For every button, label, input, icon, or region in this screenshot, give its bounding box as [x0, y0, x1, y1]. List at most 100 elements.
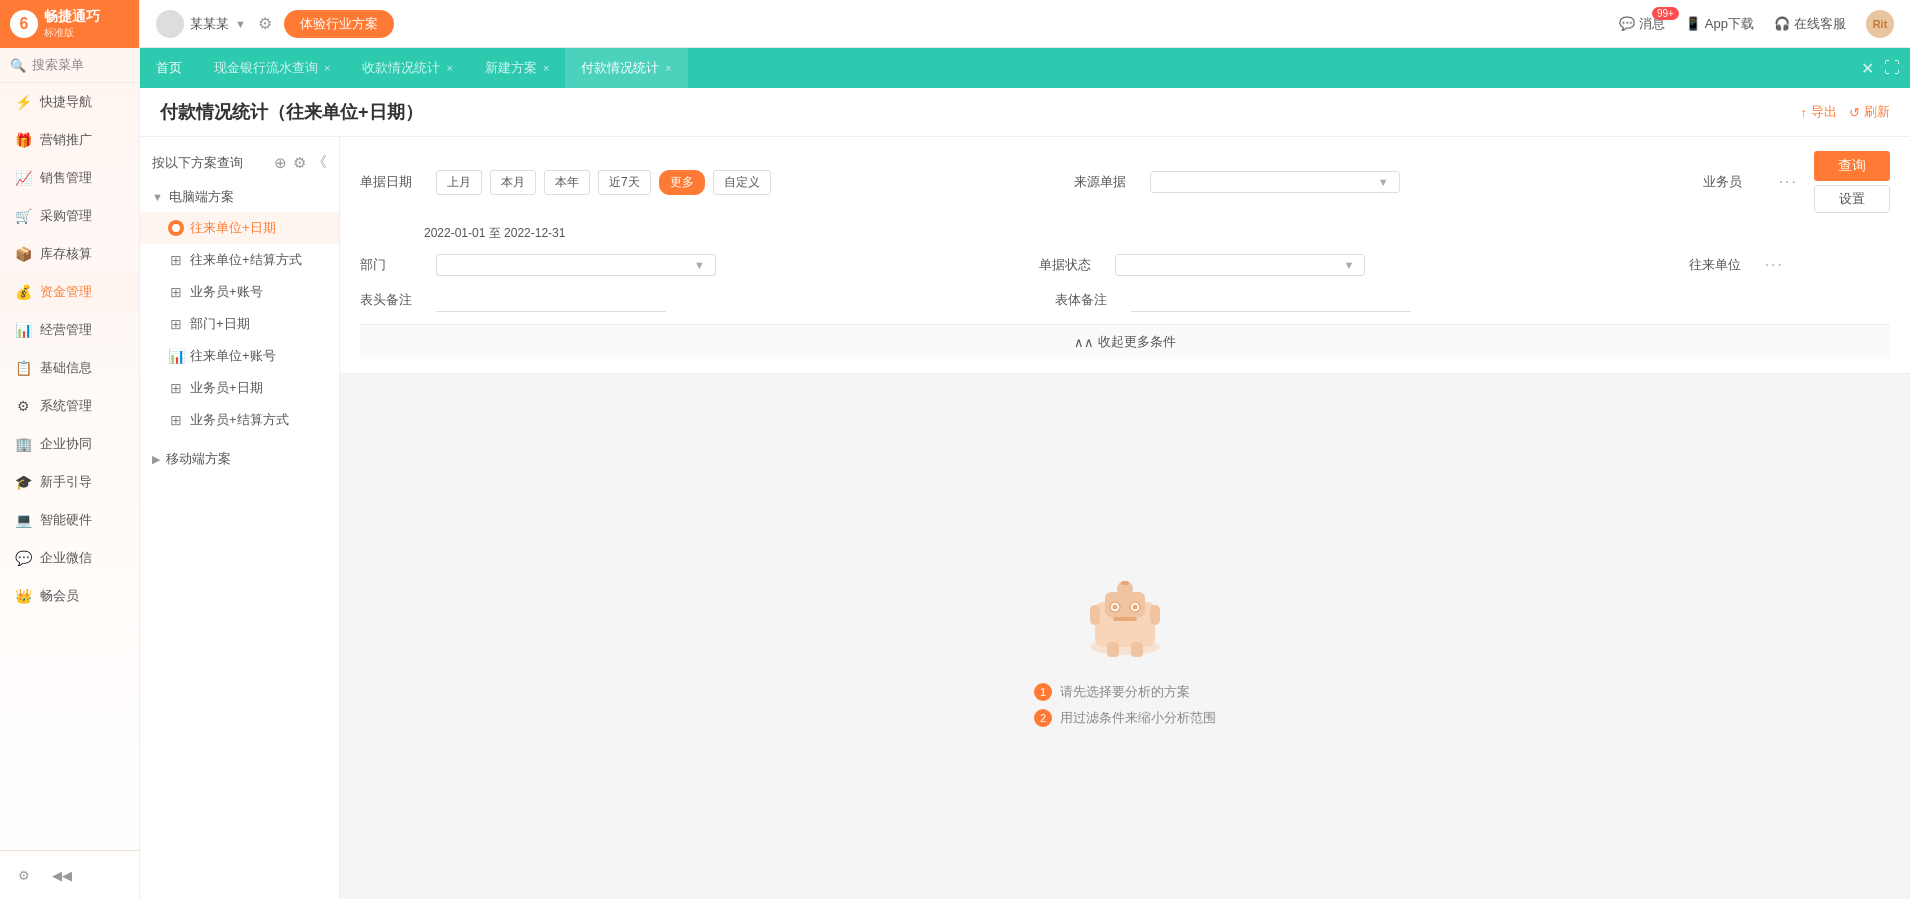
tip-num-1: 1 [1034, 683, 1052, 701]
refresh-btn[interactable]: ↺ 刷新 [1849, 103, 1890, 121]
schema-item-counterpart-account[interactable]: 📊 往来单位+账号 [140, 340, 339, 372]
tab-payment-stat[interactable]: 付款情况统计 × [565, 48, 687, 88]
body-note-label: 表体备注 [1055, 291, 1115, 309]
query-btn[interactable]: 查询 [1814, 151, 1890, 181]
table-schema-icon: ⊞ [168, 316, 184, 332]
sidebar-item-hardware[interactable]: 💻 智能硬件 [0, 501, 139, 539]
topbar-online-service[interactable]: 🎧 在线客服 [1774, 15, 1846, 33]
empty-state: 1 请先选择要分析的方案 2 用过滤条件来缩小分析范围 [340, 374, 1910, 899]
tabbar-expand-btn[interactable]: ⛶ [1884, 59, 1900, 77]
schema-item-salesperson-account[interactable]: ⊞ 业务员+账号 [140, 276, 339, 308]
schema-item-salesperson-date[interactable]: ⊞ 业务员+日期 [140, 372, 339, 404]
schema-item-dept-date[interactable]: ⊞ 部门+日期 [140, 308, 339, 340]
schema-item-label: 业务员+结算方式 [190, 411, 289, 429]
date-range: 2022-01-01 至 2022-12-31 [424, 226, 565, 240]
sidebar-item-inventory[interactable]: 📦 库存核算 [0, 235, 139, 273]
settings-btn[interactable]: 设置 [1814, 185, 1890, 213]
tabbar-close-btn[interactable]: ✕ [1861, 59, 1874, 78]
search-menu[interactable]: 🔍 搜索菜单 [0, 48, 139, 83]
schema-item-counterpart-settle[interactable]: ⊞ 往来单位+结算方式 [140, 244, 339, 276]
collapse-more-btn[interactable]: ∧∧ 收起更多条件 [360, 324, 1890, 359]
sidebar-item-basic-info[interactable]: 📋 基础信息 [0, 349, 139, 387]
counterpart-dots[interactable]: ··· [1765, 256, 1784, 274]
source-label: 来源单据 [1074, 173, 1134, 191]
sidebar-item-purchase[interactable]: 🛒 采购管理 [0, 197, 139, 235]
sidebar-settings-btn[interactable]: ⚙ [10, 861, 38, 889]
sidebar-item-capital[interactable]: 💰 资金管理 [0, 273, 139, 311]
sidebar-item-member[interactable]: 👑 畅会员 [0, 577, 139, 615]
sidebar-item-system[interactable]: ⚙ 系统管理 [0, 387, 139, 425]
export-btn[interactable]: ↑ 导出 [1801, 103, 1838, 121]
date-btn-more[interactable]: 更多 [659, 170, 705, 195]
sidebar-item-beginner[interactable]: 🎓 新手引导 [0, 463, 139, 501]
salesperson-dots[interactable]: ··· [1779, 173, 1798, 191]
export-icon: ↑ [1801, 105, 1808, 120]
tab-home[interactable]: 首页 [140, 48, 198, 88]
sidebar-item-sales[interactable]: 📈 销售管理 [0, 159, 139, 197]
empty-tip-1: 1 请先选择要分析的方案 [1034, 683, 1216, 701]
source-select[interactable]: ▼ [1150, 171, 1400, 193]
user-avatar-text: Rit [1873, 18, 1888, 30]
new-plan-tab-label: 新建方案 [485, 59, 537, 77]
new-plan-tab-close[interactable]: × [543, 62, 549, 74]
sidebar-item-wechat[interactable]: 💬 企业微信 [0, 539, 139, 577]
topbar-user-avatar[interactable]: Rit [1866, 10, 1894, 38]
bank-tab-close[interactable]: × [324, 62, 330, 74]
date-btn-custom[interactable]: 自定义 [713, 170, 771, 195]
left-panel-actions: ⊕ ⚙ 《 [274, 153, 327, 172]
counterpart-label: 往来单位 [1689, 256, 1749, 274]
date-btn-last-month[interactable]: 上月 [436, 170, 482, 195]
filter-area: 单据日期 上月 本月 本年 近7天 更多 自定义 来源单据 [340, 137, 1910, 374]
mobile-group-label: 移动端方案 [166, 450, 231, 468]
page-header-actions: ↑ 导出 ↺ 刷新 [1801, 103, 1891, 121]
chevron-up-icon: ∧∧ [1074, 335, 1094, 350]
sidebar-item-label: 企业微信 [40, 549, 92, 567]
tab-receipt[interactable]: 收款情况统计 × [346, 48, 468, 88]
sidebar-item-quick-nav[interactable]: ⚡ 快捷导航 [0, 83, 139, 121]
schema-collapse-btn[interactable]: 《 [312, 153, 327, 172]
sidebar-item-enterprise[interactable]: 🏢 企业协同 [0, 425, 139, 463]
table-schema-icon: ⊞ [168, 284, 184, 300]
tab-bank[interactable]: 现金银行流水查询 × [198, 48, 346, 88]
trial-btn[interactable]: 体验行业方案 [284, 10, 394, 38]
pc-schema-group-header[interactable]: ▼ 电脑端方案 [140, 182, 339, 212]
header-note-input[interactable] [436, 288, 666, 312]
empty-robot-illustration [1065, 547, 1185, 667]
schema-item-counterpart-date[interactable]: 往来单位+日期 [140, 212, 339, 244]
active-schema-icon [168, 220, 184, 236]
mobile-group-arrow: ▶ [152, 453, 160, 466]
date-btn-this-year[interactable]: 本年 [544, 170, 590, 195]
body-note-input[interactable] [1131, 288, 1411, 312]
chart-schema-icon: 📊 [168, 348, 184, 364]
page-content: 付款情况统计（往来单位+日期） ↑ 导出 ↺ 刷新 按以下方案查询 ⊕ [140, 88, 1910, 899]
schema-item-salesperson-settle[interactable]: ⊞ 业务员+结算方式 [140, 404, 339, 436]
sidebar-item-label: 新手引导 [40, 473, 92, 491]
mobile-group-header[interactable]: ▶ 移动端方案 [140, 444, 339, 474]
left-panel-header: 按以下方案查询 ⊕ ⚙ 《 [140, 147, 339, 178]
receipt-tab-close[interactable]: × [446, 62, 452, 74]
topbar-msg[interactable]: 💬 消息 99+ [1619, 15, 1665, 33]
dept-select[interactable]: ▼ [436, 254, 716, 276]
system-icon: ⚙ [14, 397, 32, 415]
left-panel-title: 按以下方案查询 [152, 154, 243, 172]
date-btn-last-7days[interactable]: 近7天 [598, 170, 651, 195]
add-schema-btn[interactable]: ⊕ [274, 154, 287, 172]
sidebar-item-marketing[interactable]: 🎁 营销推广 [0, 121, 139, 159]
topbar-app-download[interactable]: 📱 App下载 [1685, 15, 1754, 33]
page-header: 付款情况统计（往来单位+日期） ↑ 导出 ↺ 刷新 [140, 88, 1910, 137]
operations-icon: 📊 [14, 321, 32, 339]
sidebar-collapse-btn[interactable]: ◀◀ [48, 861, 76, 889]
marketing-icon: 🎁 [14, 131, 32, 149]
tab-new-plan[interactable]: 新建方案 × [469, 48, 565, 88]
payment-tab-close[interactable]: × [665, 62, 671, 74]
topbar-settings-icon[interactable]: ⚙ [258, 14, 272, 33]
sidebar-item-label: 销售管理 [40, 169, 92, 187]
tabbar-actions: ✕ ⛶ [1851, 48, 1910, 88]
dept-select-arrow: ▼ [694, 259, 705, 271]
date-btn-this-month[interactable]: 本月 [490, 170, 536, 195]
schema-settings-btn[interactable]: ⚙ [293, 154, 306, 172]
inventory-icon: 📦 [14, 245, 32, 263]
sidebar-item-operations[interactable]: 📊 经营管理 [0, 311, 139, 349]
topbar-profile[interactable]: 某某某 ▼ [156, 10, 246, 38]
bill-status-select[interactable]: ▼ [1115, 254, 1365, 276]
